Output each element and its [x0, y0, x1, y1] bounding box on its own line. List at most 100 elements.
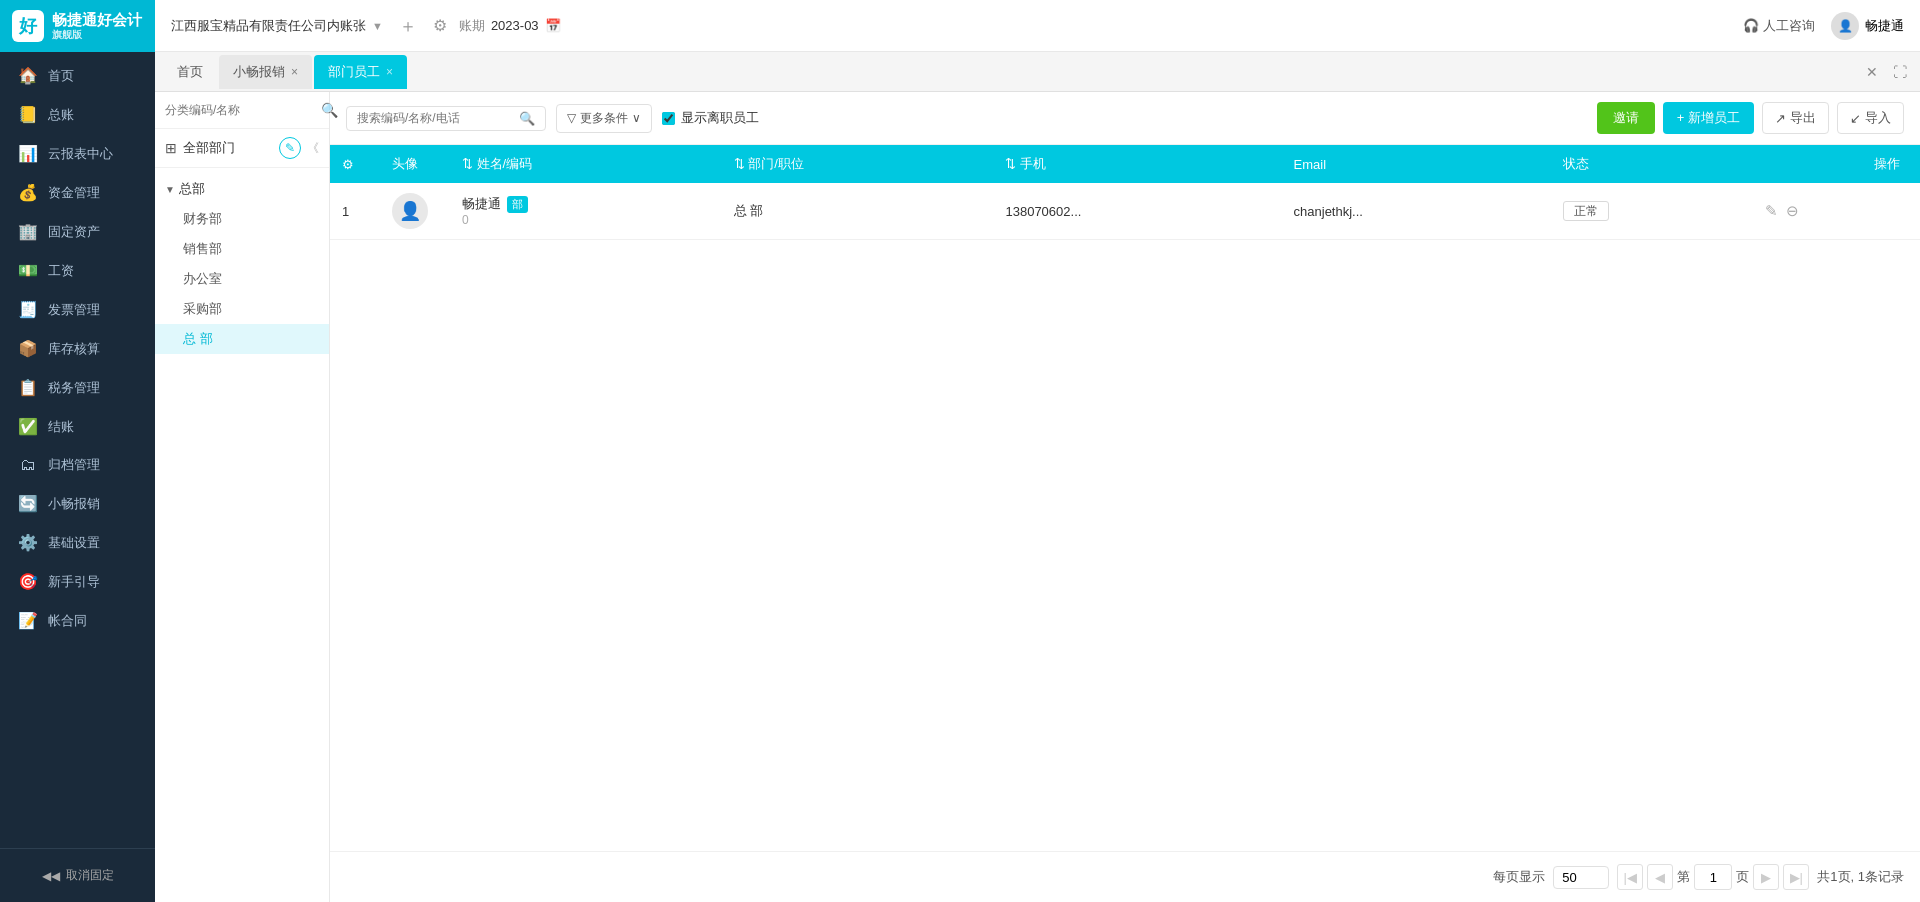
employee-code: 0 — [462, 213, 710, 227]
action-btns: ✎ ⊖ — [1765, 202, 1908, 220]
settings-icon[interactable]: ⚙ — [433, 16, 447, 35]
export-btn[interactable]: ↗ 导出 — [1762, 102, 1829, 134]
first-page-btn[interactable]: |◀ — [1617, 864, 1643, 890]
dept-search-input[interactable] — [165, 103, 315, 117]
pin-icon: ◀◀ — [42, 869, 60, 883]
tab-dept-employee-label: 部门员工 — [328, 63, 380, 81]
nav-icon-checkout: ✅ — [18, 417, 38, 436]
per-page-select[interactable]: 50 100 200 — [1553, 866, 1609, 889]
tab-home[interactable]: 首页 — [163, 55, 217, 89]
edit-dept-btn[interactable]: ✎ — [279, 137, 301, 159]
employee-search-icon[interactable]: 🔍 — [519, 111, 535, 126]
sidebar-item-account[interactable]: 📝 帐合同 — [0, 601, 155, 640]
sidebar-item-reports[interactable]: 📊 云报表中心 — [0, 134, 155, 173]
nav-label-tax: 税务管理 — [48, 379, 100, 397]
sidebar-item-invoice[interactable]: 🧾 发票管理 — [0, 290, 155, 329]
dept-item-finance[interactable]: 财务部 — [155, 204, 329, 234]
tab-xiaochange-label: 小畅报销 — [233, 63, 285, 81]
company-selector[interactable]: 江西服宝精品有限责任公司内账张 ▼ — [171, 17, 383, 35]
sidebar-item-general-ledger[interactable]: 📒 总账 — [0, 95, 155, 134]
app-logo: 好 畅捷通好会计 旗舰版 — [0, 0, 155, 52]
close-tab-xiaochange[interactable]: × — [291, 65, 298, 79]
calendar-icon[interactable]: 📅 — [545, 18, 561, 33]
tab-dept-employee[interactable]: 部门员工 × — [314, 55, 407, 89]
close-tab-dept-employee[interactable]: × — [386, 65, 393, 79]
dept-item-general[interactable]: 总 部 — [155, 324, 329, 354]
nav-icon-fixed-assets: 🏢 — [18, 222, 38, 241]
col-dept-position[interactable]: ⇅ 部门/职位 — [722, 145, 994, 183]
nav-label-invoice: 发票管理 — [48, 301, 100, 319]
more-filter-btn[interactable]: ▽ 更多条件 ∨ — [556, 104, 652, 133]
sidebar-item-fixed-assets[interactable]: 🏢 固定资产 — [0, 212, 155, 251]
add-employee-btn[interactable]: + 新增员工 — [1663, 102, 1754, 134]
import-btn[interactable]: ↙ 导入 — [1837, 102, 1904, 134]
avatar: 👤 — [392, 193, 428, 229]
tab-actions: ✕ ⛶ — [1860, 60, 1912, 84]
header-right: 🎧 人工咨询 👤 畅捷通 — [1743, 12, 1904, 40]
prev-page-btn[interactable]: ◀ — [1647, 864, 1673, 890]
sidebar-item-salary[interactable]: 💵 工资 — [0, 251, 155, 290]
sidebar-item-tax[interactable]: 📋 税务管理 — [0, 368, 155, 407]
sidebar-item-archive[interactable]: 🗂 归档管理 — [0, 446, 155, 484]
show-resigned-checkbox[interactable] — [662, 112, 675, 125]
edit-btn[interactable]: ✎ — [1765, 202, 1778, 220]
sidebar-bottom: ◀◀ 取消固定 — [0, 848, 155, 902]
last-page-btn[interactable]: ▶| — [1783, 864, 1809, 890]
dept-panel: 🔍 ⊞ 全部部门 ✎ 《 ▼ 总部 财务部 销售部 办公室 采购部 — [155, 92, 330, 902]
filter-icon: ▽ — [567, 111, 576, 125]
dept-header: ⊞ 全部部门 ✎ 《 — [155, 129, 329, 168]
tab-xiaochange[interactable]: 小畅报销 × — [219, 55, 312, 89]
sidebar-item-checkout[interactable]: ✅ 结账 — [0, 407, 155, 446]
page-prefix-label: 第 — [1677, 868, 1690, 886]
show-resigned-checkbox-label[interactable]: 显示离职员工 — [662, 109, 759, 127]
sidebar-item-capital[interactable]: 💰 资金管理 — [0, 173, 155, 212]
logout-btn[interactable]: ⊖ — [1786, 202, 1799, 220]
invite-btn[interactable]: 邀请 — [1597, 102, 1655, 134]
col-name-code[interactable]: ⇅ 姓名/编码 — [450, 145, 722, 183]
username: 畅捷通 — [1865, 17, 1904, 35]
sidebar-item-xiaochange-nav[interactable]: 🔄 小畅报销 — [0, 484, 155, 523]
sidebar-item-basic-settings[interactable]: ⚙️ 基础设置 — [0, 523, 155, 562]
cancel-fixed-btn[interactable]: ◀◀ 取消固定 — [0, 859, 155, 892]
employee-search-input[interactable] — [357, 111, 513, 125]
nav-icon-invoice: 🧾 — [18, 300, 38, 319]
nav-label-inventory: 库存核算 — [48, 340, 100, 358]
toolbar-right: 邀请 + 新增员工 ↗ 导出 ↙ 导入 — [1597, 102, 1904, 134]
dept-group-header-headquarters[interactable]: ▼ 总部 — [155, 174, 329, 204]
total-label: 共1页, 1条记录 — [1817, 868, 1904, 886]
period-selector: 账期 2023-03 📅 — [459, 17, 561, 35]
table-header-row: ⚙ 头像 ⇅ 姓名/编码 ⇅ 部门/职位 ⇅ 手机 Email — [330, 145, 1920, 183]
col-settings[interactable]: ⚙ — [330, 145, 380, 183]
page-input[interactable] — [1694, 864, 1732, 890]
col-avatar: 头像 — [380, 145, 450, 183]
employee-search-box: 🔍 — [346, 106, 546, 131]
col-phone[interactable]: ⇅ 手机 — [993, 145, 1281, 183]
expand-arrow-icon: ▼ — [165, 184, 175, 195]
filter-label: 更多条件 — [580, 110, 628, 127]
main-container: 江西服宝精品有限责任公司内账张 ▼ ＋ ⚙ 账期 2023-03 📅 🎧 人工咨… — [155, 0, 1920, 902]
show-resigned-label: 显示离职员工 — [681, 109, 759, 127]
period-value[interactable]: 2023-03 — [491, 18, 539, 33]
add-tab-btn[interactable]: ＋ — [395, 14, 421, 38]
sidebar-item-home[interactable]: 🏠 首页 — [0, 56, 155, 95]
page-suffix-label: 页 — [1736, 868, 1749, 886]
next-page-btn[interactable]: ▶ — [1753, 864, 1779, 890]
export-icon: ↗ — [1775, 111, 1786, 126]
sidebar-item-inventory[interactable]: 📦 库存核算 — [0, 329, 155, 368]
employee-toolbar: 🔍 ▽ 更多条件 ∨ 显示离职员工 邀请 + 新增员工 ↗ 导出 — [330, 92, 1920, 145]
sidebar-nav: 🏠 首页 📒 总账 📊 云报表中心 💰 资金管理 🏢 固定资产 💵 工资 🧾 发… — [0, 52, 155, 848]
collapse-icon[interactable]: 《 — [307, 140, 319, 157]
close-window-btn[interactable]: ✕ — [1860, 60, 1884, 84]
user-info[interactable]: 👤 畅捷通 — [1831, 12, 1904, 40]
employee-table-container: ⚙ 头像 ⇅ 姓名/编码 ⇅ 部门/职位 ⇅ 手机 Email — [330, 145, 1920, 851]
service-btn[interactable]: 🎧 人工咨询 — [1743, 17, 1815, 35]
pagination-bar: 每页显示 50 100 200 |◀ ◀ 第 页 ▶ ▶| 共1页, 1条记录 — [330, 851, 1920, 902]
nav-label-home: 首页 — [48, 67, 74, 85]
top-header: 江西服宝精品有限责任公司内账张 ▼ ＋ ⚙ 账期 2023-03 📅 🎧 人工咨… — [155, 0, 1920, 52]
app-title: 畅捷通好会计 — [52, 12, 142, 29]
dept-item-office[interactable]: 办公室 — [155, 264, 329, 294]
dept-item-procurement[interactable]: 采购部 — [155, 294, 329, 324]
sidebar-item-new-guide[interactable]: 🎯 新手引导 — [0, 562, 155, 601]
dept-item-sales[interactable]: 销售部 — [155, 234, 329, 264]
maximize-btn[interactable]: ⛶ — [1888, 60, 1912, 84]
